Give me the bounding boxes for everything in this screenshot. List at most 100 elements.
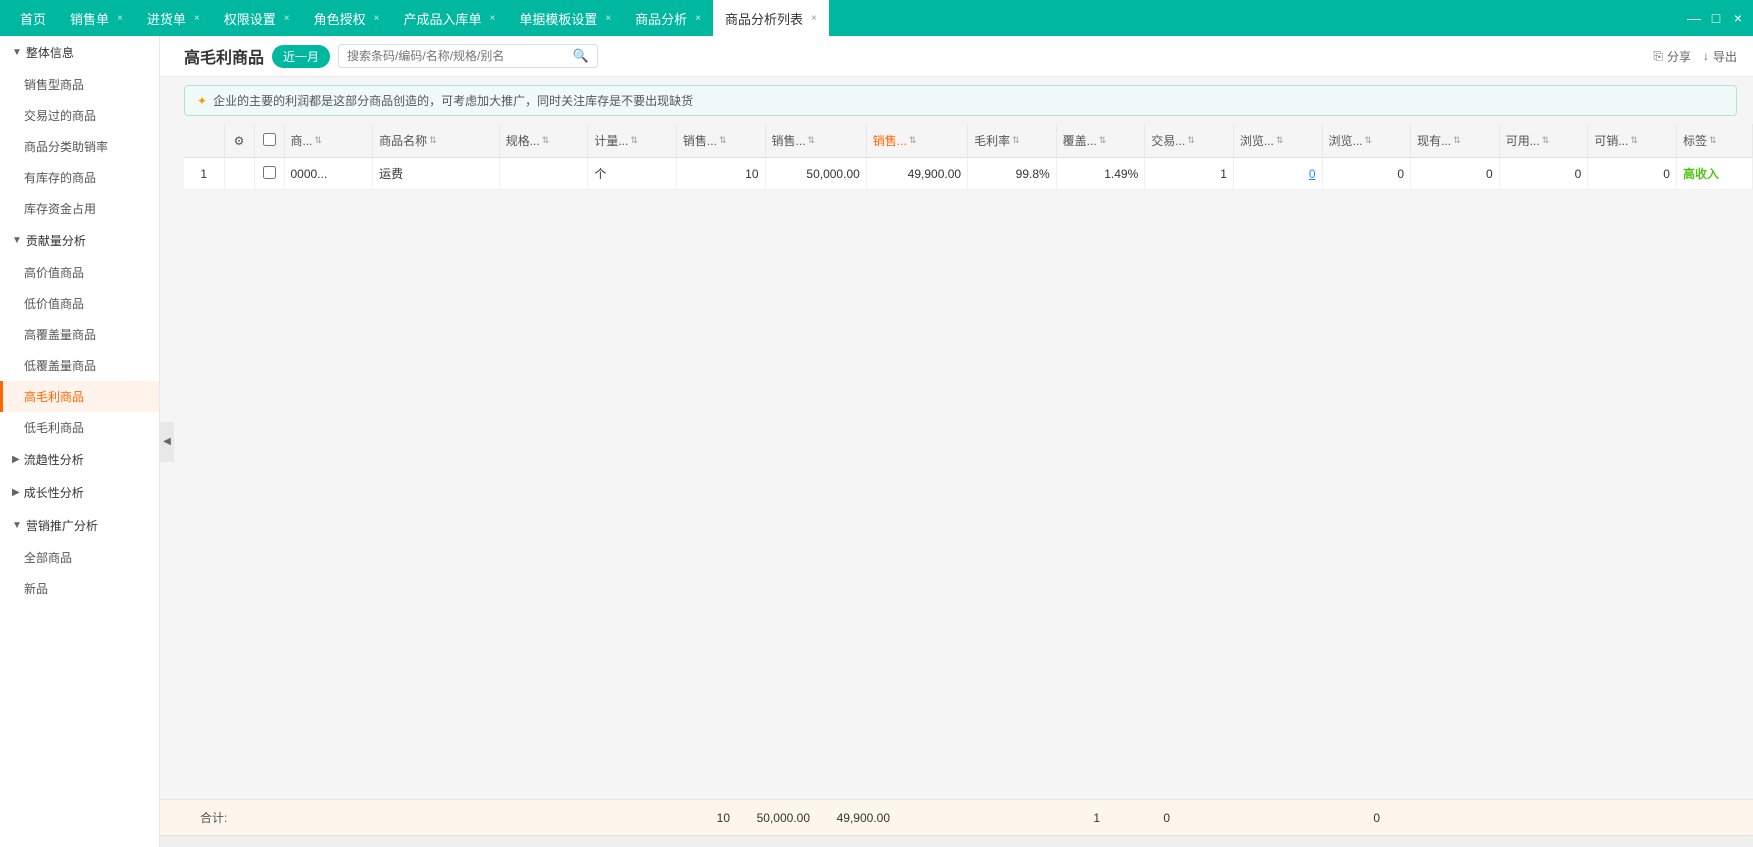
nav-product-warehouse[interactable]: 产成品入库单 ×: [391, 0, 507, 36]
nav-close-product-analysis[interactable]: ×: [695, 13, 701, 24]
th-sales-qty[interactable]: 销售... ⇅: [676, 124, 765, 158]
footer-trade: 1: [1036, 811, 1106, 825]
sidebar-group-overall[interactable]: ▼ 整体信息: [0, 36, 159, 69]
sidebar-item-stock-capital[interactable]: 库存资金占用: [0, 193, 159, 224]
nav-close-product-analysis-list[interactable]: ×: [811, 13, 817, 24]
sort-icon-available: ⇅: [1542, 135, 1550, 146]
th-browse1[interactable]: 浏览... ⇅: [1233, 124, 1322, 158]
td-browse1[interactable]: 0: [1233, 158, 1322, 190]
nav-home[interactable]: 首页: [8, 0, 58, 36]
sidebar-item-low-margin[interactable]: 低毛利商品: [0, 412, 159, 443]
nav-product-analysis[interactable]: 商品分析 ×: [623, 0, 713, 36]
table-header-row: ⚙ 商... ⇅ 商品名称: [184, 124, 1753, 158]
sidebar-group-marketing-items: 全部商品 新品: [0, 542, 159, 604]
sidebar-group-trend[interactable]: ▶ 流趋性分析: [0, 443, 159, 476]
sidebar-item-high-coverage[interactable]: 高覆盖量商品: [0, 319, 159, 350]
th-unit[interactable]: 计量... ⇅: [588, 124, 677, 158]
sidebar-item-high-value[interactable]: 高价值商品: [0, 257, 159, 288]
sidebar-item-low-value[interactable]: 低价值商品: [0, 288, 159, 319]
sidebar-item-high-margin[interactable]: 高毛利商品: [0, 381, 159, 412]
nav-product-analysis-list[interactable]: 商品分析列表 ×: [713, 0, 829, 36]
sort-icon-sales-profit: ⇅: [909, 135, 917, 146]
sidebar-item-sales-product[interactable]: 销售型商品: [0, 69, 159, 100]
footer-label: 合计:: [176, 809, 256, 826]
nav-template-settings[interactable]: 单据模板设置 ×: [507, 0, 623, 36]
footer-total: 合计: 10 50,000.00 49,900.00 1 0 0: [160, 799, 1753, 835]
sort-icon-unit: ⇅: [630, 135, 638, 146]
sidebar-item-low-coverage[interactable]: 低覆盖量商品: [0, 350, 159, 381]
sidebar-group-overall-items: 销售型商品 交易过的商品 商品分类助销率 有库存的商品 库存资金占用: [0, 69, 159, 224]
th-name[interactable]: 商品名称 ⇅: [373, 124, 500, 158]
sidebar-group-contribution[interactable]: ▼ 贡献量分析: [0, 224, 159, 257]
nav-close-product-warehouse[interactable]: ×: [489, 13, 495, 24]
sidebar-item-stocked-product[interactable]: 有库存的商品: [0, 162, 159, 193]
sidebar-item-traded-product[interactable]: 交易过的商品: [0, 100, 159, 131]
sidebar-group-marketing[interactable]: ▼ 营销推广分析: [0, 509, 159, 542]
window-close[interactable]: ×: [1731, 11, 1745, 25]
sidebar-item-new-products[interactable]: 新品: [0, 573, 159, 604]
sort-icon-trade: ⇅: [1187, 135, 1195, 146]
nav-close-role[interactable]: ×: [374, 13, 380, 24]
select-all-checkbox[interactable]: [263, 133, 276, 146]
export-button[interactable]: ↓ 导出: [1703, 48, 1737, 65]
sort-icon-coverage: ⇅: [1099, 135, 1107, 146]
sidebar-group-growth[interactable]: ▶ 成长性分析: [0, 476, 159, 509]
search-input[interactable]: [347, 49, 573, 63]
notice-icon: ✦: [197, 94, 207, 108]
nav-close-sales-order[interactable]: ×: [117, 13, 123, 24]
th-saleable[interactable]: 可销... ⇅: [1588, 124, 1677, 158]
th-coverage[interactable]: 覆盖... ⇅: [1056, 124, 1145, 158]
content-header: 高毛利商品 近一月 🔍 ⎘ 分享 ↓ 导出: [160, 36, 1753, 77]
th-browse2[interactable]: 浏览... ⇅: [1322, 124, 1411, 158]
td-settings-cell: [224, 158, 254, 190]
sidebar-item-category-rate[interactable]: 商品分类助销率: [0, 131, 159, 162]
window-maximize[interactable]: □: [1709, 11, 1723, 25]
td-browse2: 0: [1322, 158, 1411, 190]
notice-bar: ✦ 企业的主要的利润都是这部分商品创造的，可考虑加大推广，同时关注库存是不要出现…: [184, 85, 1737, 116]
horizontal-scrollbar[interactable]: [160, 835, 1753, 847]
chevron-down-icon-3: ▼: [12, 520, 22, 531]
table-container[interactable]: ⚙ 商... ⇅ 商品名称: [184, 124, 1753, 799]
search-icon[interactable]: 🔍: [573, 48, 589, 64]
sort-icon-sales-qty: ⇅: [719, 135, 727, 146]
th-gross-margin[interactable]: 毛利率 ⇅: [968, 124, 1057, 158]
settings-icon[interactable]: ⚙: [234, 134, 245, 148]
tag-label: 高收入: [1683, 167, 1719, 181]
nav-close-purchase-order[interactable]: ×: [194, 13, 200, 24]
share-button[interactable]: ⎘ 分享: [1653, 48, 1691, 65]
th-check[interactable]: [254, 124, 284, 158]
sort-icon-browse2: ⇅: [1365, 135, 1373, 146]
nav-role-auth[interactable]: 角色授权 ×: [302, 0, 392, 36]
th-sales-profit[interactable]: 销售... ⇅: [866, 124, 967, 158]
footer-browse1: 0: [1106, 811, 1176, 825]
nav-sales-order[interactable]: 销售单 ×: [58, 0, 135, 36]
td-coverage: 1.49%: [1056, 158, 1145, 190]
sidebar-group-contribution-items: 高价值商品 低价值商品 高覆盖量商品 低覆盖量商品 高毛利商品 低毛利商品: [0, 257, 159, 443]
table-row: 1 0000... 运费 个 10 50,000.00 49,900.00 99…: [184, 158, 1753, 190]
th-tag[interactable]: 标签 ⇅: [1676, 124, 1752, 158]
nav-permission-settings[interactable]: 权限设置 ×: [212, 0, 302, 36]
th-sales-amount[interactable]: 销售... ⇅: [765, 124, 866, 158]
th-current-stock[interactable]: 现有... ⇅: [1411, 124, 1500, 158]
window-minimize[interactable]: —: [1687, 11, 1701, 25]
main-layout: ▼ 整体信息 销售型商品 交易过的商品 商品分类助销率 有库存的商品 库存资金占…: [0, 36, 1753, 847]
td-spec: [499, 158, 588, 190]
th-code[interactable]: 商... ⇅: [284, 124, 373, 158]
chevron-down-icon: ▼: [12, 47, 22, 58]
td-tag: 高收入: [1676, 158, 1752, 190]
nav-close-template[interactable]: ×: [605, 13, 611, 24]
td-code: 0000...: [284, 158, 373, 190]
th-trade[interactable]: 交易... ⇅: [1145, 124, 1234, 158]
sidebar-item-all-products[interactable]: 全部商品: [0, 542, 159, 573]
th-settings[interactable]: ⚙: [224, 124, 254, 158]
nav-purchase-order[interactable]: 进货单 ×: [135, 0, 212, 36]
row-checkbox[interactable]: [263, 166, 276, 179]
footer-sales-amount: 50,000.00: [736, 811, 816, 825]
td-check-cell[interactable]: [254, 158, 284, 190]
sidebar-collapse-button[interactable]: ◀: [160, 422, 174, 462]
filter-recent-month-button[interactable]: 近一月: [272, 45, 330, 68]
nav-close-permission[interactable]: ×: [284, 13, 290, 24]
td-gross-margin: 99.8%: [968, 158, 1057, 190]
th-available[interactable]: 可用... ⇅: [1499, 124, 1588, 158]
th-spec[interactable]: 规格... ⇅: [499, 124, 588, 158]
